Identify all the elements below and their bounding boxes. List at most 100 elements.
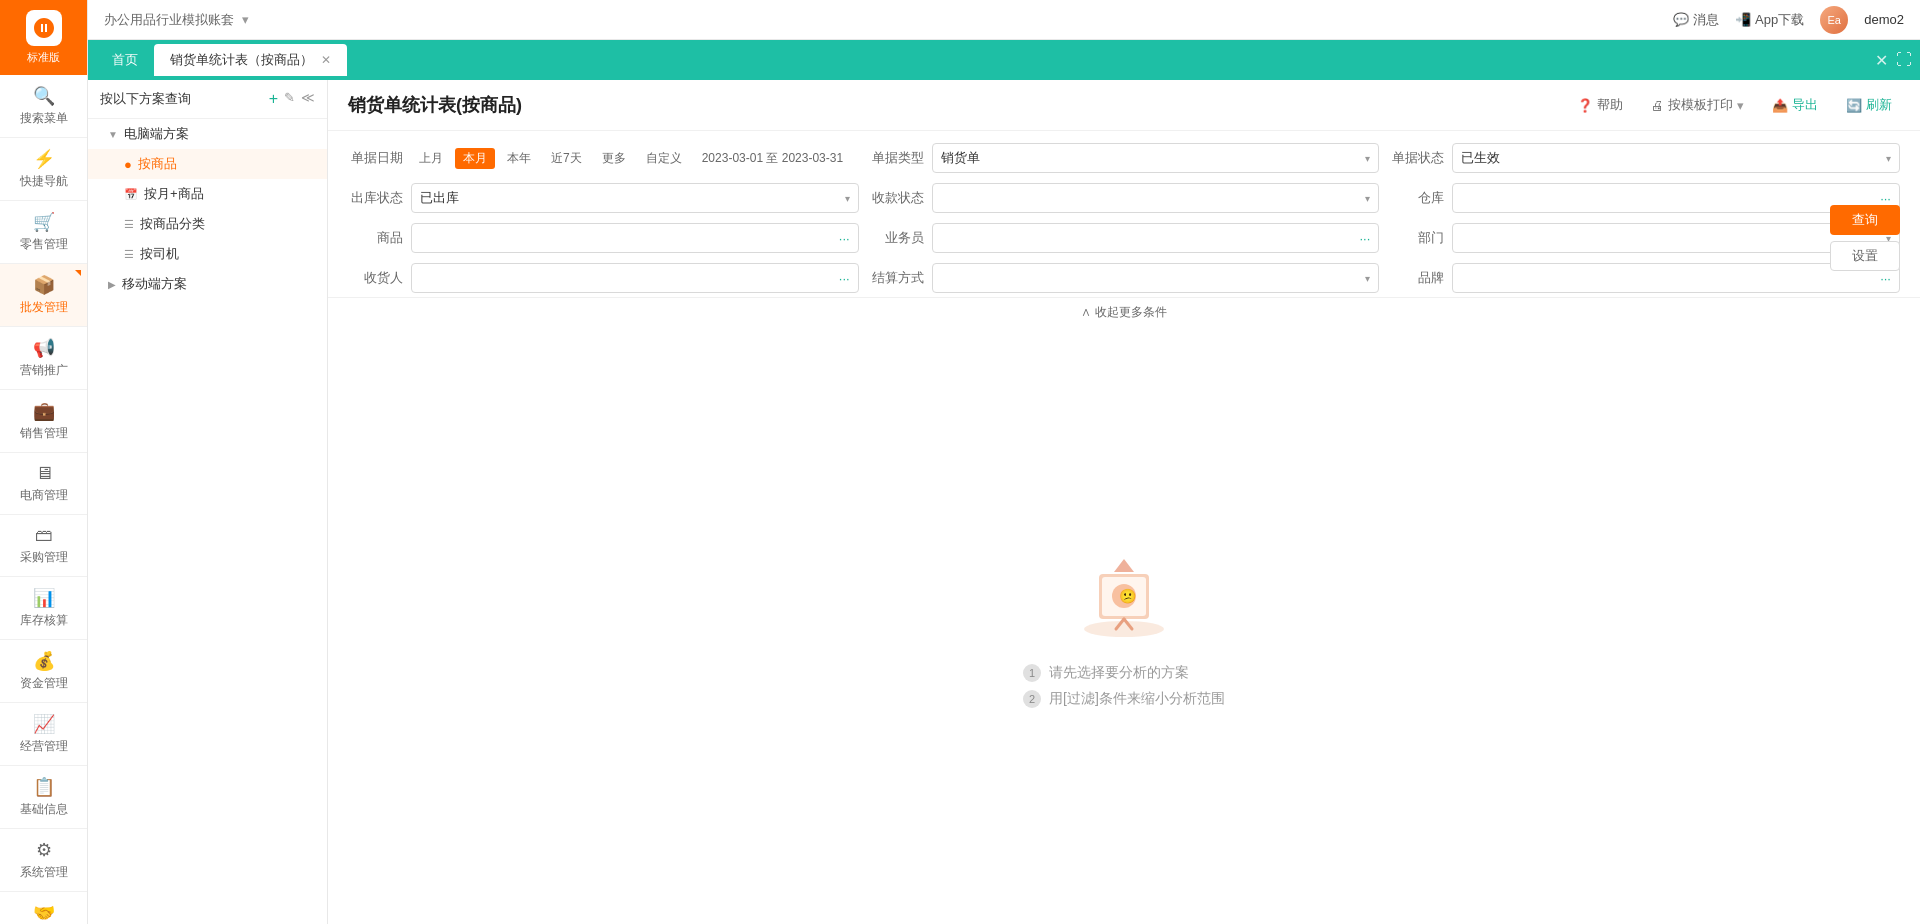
basic-icon: 📋 [33, 776, 55, 798]
sidebar-item-finance[interactable]: 💰 资金管理 [0, 640, 87, 703]
tab-maximize-btn[interactable]: ⛶ [1896, 51, 1912, 69]
sidebar-item-marketing[interactable]: 📢 营销推广 [0, 327, 87, 390]
search-icon: 🔍 [33, 85, 55, 107]
warehouse-more-btn[interactable]: ··· [1880, 191, 1891, 206]
dropdown-arrow[interactable]: ▾ [242, 12, 249, 27]
doc-type-value: 销货单 [941, 149, 980, 167]
month-product-icon: 📅 [124, 188, 138, 201]
tree-by-product[interactable]: ● 按商品 [88, 149, 327, 179]
empty-tips: 1 请先选择要分析的方案 2 用[过滤]条件来缩小分析范围 [1023, 664, 1225, 708]
product-label: 商品 [348, 229, 403, 247]
print-dropdown-icon[interactable]: ▾ [1737, 98, 1744, 113]
date-tab-last-month[interactable]: 上月 [411, 148, 451, 169]
tree-mobile-group[interactable]: ▶ 移动端方案 [88, 269, 327, 299]
doc-status-filter-cell: 单据状态 已生效 ▾ [1389, 143, 1900, 173]
main-area: 办公用品行业模拟账套 ▾ 💬 消息 📲 App下载 Ea demo2 首页 销货… [88, 0, 1920, 924]
topbar-left: 办公用品行业模拟账套 ▾ [104, 11, 249, 29]
date-label: 单据日期 [348, 149, 403, 167]
staff-select[interactable]: ··· [932, 223, 1380, 253]
action-buttons: 查询 设置 [1830, 205, 1900, 271]
tab-home[interactable]: 首页 [96, 44, 154, 76]
system-icon: ⚙ [36, 839, 52, 861]
logo-icon [26, 10, 62, 46]
receipt-status-select[interactable]: ▾ [932, 183, 1380, 213]
sidebar-item-operations[interactable]: 📈 经营管理 [0, 703, 87, 766]
brand-more-btn[interactable]: ··· [1880, 271, 1891, 286]
sidebar-item-purchase[interactable]: 🗃 采购管理 [0, 515, 87, 577]
dept-cell: 部门 ▾ [1389, 223, 1900, 253]
doc-status-label: 单据状态 [1389, 149, 1444, 167]
refresh-btn[interactable]: 🔄 刷新 [1838, 92, 1900, 118]
sidebar-item-ecommerce[interactable]: 🖥 电商管理 [0, 453, 87, 515]
filter-row-4: 收货人 ··· 结算方式 ▾ 品牌 [348, 263, 1900, 293]
svg-point-0 [1084, 621, 1164, 637]
consignee-label: 收货人 [348, 269, 403, 287]
app-logo[interactable]: 标准版 [0, 0, 87, 75]
edit-scheme-btn[interactable]: ✎ [284, 90, 295, 108]
search-button[interactable]: 查询 [1830, 205, 1900, 235]
print-btn[interactable]: 🖨 按模板打印 ▾ [1643, 92, 1752, 118]
help-btn[interactable]: ❓ 帮助 [1569, 92, 1631, 118]
warehouse-cell: 仓库 ··· [1389, 183, 1900, 213]
consignee-more-btn[interactable]: ··· [839, 271, 850, 286]
tree-by-cashier[interactable]: ☰ 按司机 [88, 239, 327, 269]
purchase-icon: 🗃 [35, 525, 53, 546]
tree-by-category[interactable]: ☰ 按商品分类 [88, 209, 327, 239]
tree-pc-group[interactable]: ▼ 电脑端方案 [88, 119, 327, 149]
retail-icon: 🛒 [33, 211, 55, 233]
doc-type-select[interactable]: 销货单 ▾ [932, 143, 1380, 173]
date-filter-cell: 单据日期 上月 本月 本年 近7天 更多 自定义 2023-03-01 至 20… [348, 148, 859, 169]
filter-row-1: 单据日期 上月 本月 本年 近7天 更多 自定义 2023-03-01 至 20… [348, 143, 1900, 173]
tab-report[interactable]: 销货单统计表（按商品） ✕ [154, 44, 347, 76]
left-panel-title: 按以下方案查询 [100, 90, 191, 108]
by-cashier-label: 按司机 [140, 245, 179, 263]
warehouse-status-select[interactable]: 已出库 ▾ [411, 183, 859, 213]
sales-icon: 💼 [33, 400, 55, 422]
brand-cell: 品牌 ··· [1389, 263, 1900, 293]
consignee-select[interactable]: ··· [411, 263, 859, 293]
sidebar-item-inventory[interactable]: 📊 库存核算 [0, 577, 87, 640]
settings-button[interactable]: 设置 [1830, 241, 1900, 271]
staff-more-btn[interactable]: ··· [1359, 231, 1370, 246]
sidebar-item-sales[interactable]: 💼 销售管理 [0, 390, 87, 453]
date-tab-more[interactable]: 更多 [594, 148, 634, 169]
date-tab-this-year[interactable]: 本年 [499, 148, 539, 169]
doc-status-select[interactable]: 已生效 ▾ [1452, 143, 1900, 173]
sidebar-item-retail[interactable]: 🛒 零售管理 [0, 201, 87, 264]
product-select[interactable]: ··· [411, 223, 859, 253]
product-more-btn[interactable]: ··· [839, 231, 850, 246]
sidebar-item-basic[interactable]: 📋 基础信息 [0, 766, 87, 829]
date-tab-this-month[interactable]: 本月 [455, 148, 495, 169]
sidebar-item-search[interactable]: 🔍 搜索菜单 [0, 75, 87, 138]
product-cell: 商品 ··· [348, 223, 859, 253]
sidebar-item-wholesale[interactable]: 📦 批发管理 [0, 264, 87, 327]
tab-close-btn[interactable]: ✕ [321, 53, 331, 67]
date-tab-custom[interactable]: 自定义 [638, 148, 690, 169]
user-avatar[interactable]: Ea [1820, 6, 1848, 34]
message-icon: 💬 [1673, 12, 1689, 27]
left-panel-header: 按以下方案查询 + ✎ ≪ [88, 80, 327, 119]
nav-icon: ⚡ [33, 148, 55, 170]
tab-close-window-btn[interactable]: ✕ [1875, 51, 1888, 70]
collapse-label: ∧ 收起更多条件 [1081, 304, 1166, 321]
payment-cell: 结算方式 ▾ [869, 263, 1380, 293]
svg-text:😕: 😕 [1119, 588, 1137, 605]
app-download-btn[interactable]: 📲 App下载 [1735, 11, 1804, 29]
tree-by-month-product[interactable]: 📅 按月+商品 [88, 179, 327, 209]
payment-select[interactable]: ▾ [932, 263, 1380, 293]
date-range-display: 2023-03-01 至 2023-03-31 [702, 150, 843, 167]
filter-section: 单据日期 上月 本月 本年 近7天 更多 自定义 2023-03-01 至 20… [328, 131, 1920, 293]
avatar-initials: Ea [1828, 14, 1841, 26]
home-tab-label: 首页 [112, 51, 138, 69]
message-btn[interactable]: 💬 消息 [1673, 11, 1719, 29]
page-header: 销货单统计表(按商品) ❓ 帮助 🖨 按模板打印 ▾ 📤 导出 [328, 80, 1920, 131]
collapse-bar[interactable]: ∧ 收起更多条件 [328, 297, 1920, 327]
sidebar-item-system[interactable]: ⚙ 系统管理 [0, 829, 87, 892]
date-tab-7days[interactable]: 近7天 [543, 148, 590, 169]
sidebar-item-enterprise[interactable]: 🤝 企业协同 [0, 892, 87, 924]
user-name: demo2 [1864, 12, 1904, 27]
collapse-panel-btn[interactable]: ≪ [301, 90, 315, 108]
add-scheme-btn[interactable]: + [269, 90, 278, 108]
export-btn[interactable]: 📤 导出 [1764, 92, 1826, 118]
sidebar-item-nav[interactable]: ⚡ 快捷导航 [0, 138, 87, 201]
